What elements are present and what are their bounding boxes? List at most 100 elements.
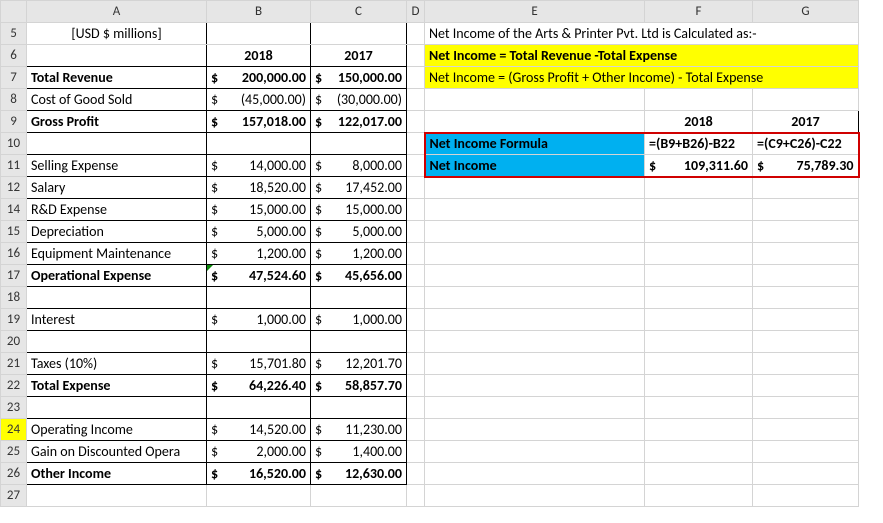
cell[interactable] xyxy=(425,265,645,287)
cell[interactable] xyxy=(645,485,753,507)
cell[interactable]: Operating Income xyxy=(27,419,207,441)
cell[interactable]: Cost of Good Sold xyxy=(27,89,207,111)
row-header[interactable]: 27 xyxy=(1,485,27,507)
cell[interactable]: Operational Expense xyxy=(27,265,207,287)
cell[interactable] xyxy=(27,331,207,353)
cell[interactable]: $1,000.00 xyxy=(207,309,311,331)
cell[interactable] xyxy=(753,397,859,419)
cell[interactable] xyxy=(425,287,645,309)
cell[interactable]: $157,018.00 xyxy=(207,111,311,133)
cell[interactable] xyxy=(645,353,753,375)
cell[interactable] xyxy=(407,287,425,309)
cell[interactable]: $109,311.60 xyxy=(645,155,753,177)
row-header[interactable]: 25 xyxy=(1,441,27,463)
cell[interactable] xyxy=(407,441,425,463)
cell[interactable] xyxy=(645,287,753,309)
cell[interactable] xyxy=(207,23,311,45)
cell[interactable]: Net Income Formula xyxy=(425,133,645,155)
cell[interactable]: R&D Expense xyxy=(27,199,207,221)
cell[interactable]: Interest xyxy=(27,309,207,331)
cell[interactable]: $1,400.00 xyxy=(311,441,407,463)
cell[interactable]: $150,000.00 xyxy=(311,67,407,89)
cell[interactable] xyxy=(753,309,859,331)
cell[interactable] xyxy=(407,397,425,419)
cell[interactable] xyxy=(407,265,425,287)
col-header-C[interactable]: C xyxy=(311,1,407,23)
row-header[interactable]: 7 xyxy=(1,67,27,89)
cell[interactable]: Depreciation xyxy=(27,221,207,243)
cell[interactable]: Taxes (10%) xyxy=(27,353,207,375)
cell[interactable] xyxy=(407,89,425,111)
cell[interactable] xyxy=(425,243,645,265)
cell[interactable]: $200,000.00 xyxy=(207,67,311,89)
row-header[interactable]: 11 xyxy=(1,155,27,177)
cell[interactable]: $(30,000.00) xyxy=(311,89,407,111)
col-header-A[interactable]: A xyxy=(27,1,207,23)
cell[interactable] xyxy=(753,265,859,287)
cell[interactable] xyxy=(311,397,407,419)
cell[interactable]: $11,230.00 xyxy=(311,419,407,441)
cell[interactable]: $18,520.00 xyxy=(207,177,311,199)
cell[interactable] xyxy=(407,463,425,485)
row-header[interactable]: 17 xyxy=(1,265,27,287)
row-header[interactable]: 14 xyxy=(1,199,27,221)
cell[interactable] xyxy=(407,353,425,375)
cell[interactable]: $45,656.00 xyxy=(311,265,407,287)
cell[interactable]: $17,452.00 xyxy=(311,177,407,199)
cell[interactable]: Net Income xyxy=(425,155,645,177)
cell[interactable] xyxy=(753,463,859,485)
cell[interactable] xyxy=(753,441,859,463)
cell[interactable]: $58,857.70 xyxy=(311,375,407,397)
cell[interactable] xyxy=(311,331,407,353)
cell[interactable] xyxy=(753,485,859,507)
cell[interactable] xyxy=(407,133,425,155)
row-header[interactable]: 5 xyxy=(1,23,27,45)
cell[interactable]: $75,789.30 xyxy=(753,155,859,177)
cell[interactable] xyxy=(207,485,311,507)
cell[interactable] xyxy=(407,331,425,353)
cell[interactable] xyxy=(425,419,645,441)
cell[interactable] xyxy=(425,441,645,463)
cell[interactable] xyxy=(407,45,425,67)
row-header[interactable]: 18 xyxy=(1,287,27,309)
cell[interactable] xyxy=(407,375,425,397)
cell[interactable] xyxy=(207,287,311,309)
formula-explainer[interactable]: Net Income = Total Revenue -Total Expens… xyxy=(425,45,859,67)
cell[interactable]: Gain on Discounted Opera xyxy=(27,441,207,463)
cell[interactable]: $1,200.00 xyxy=(207,243,311,265)
cell[interactable]: =(C9+C26)-C22 xyxy=(753,133,859,155)
cell[interactable] xyxy=(311,133,407,155)
cell[interactable]: $1,200.00 xyxy=(311,243,407,265)
cell[interactable] xyxy=(645,419,753,441)
cell[interactable] xyxy=(27,397,207,419)
cell[interactable]: $8,000.00 xyxy=(311,155,407,177)
cell[interactable] xyxy=(645,441,753,463)
cell[interactable] xyxy=(753,419,859,441)
cell[interactable] xyxy=(27,287,207,309)
cell[interactable]: $15,000.00 xyxy=(207,199,311,221)
cell[interactable]: Total Expense xyxy=(27,375,207,397)
cell[interactable] xyxy=(425,309,645,331)
col-header-D[interactable]: D xyxy=(407,1,425,23)
cell[interactable] xyxy=(645,397,753,419)
cell[interactable]: 2017 xyxy=(311,45,407,67)
spreadsheet-grid[interactable]: A B C D E F G 5 [USD $ millions] Net Inc… xyxy=(0,0,860,507)
row-header[interactable]: 6 xyxy=(1,45,27,67)
cell[interactable] xyxy=(407,199,425,221)
row-header[interactable]: 20 xyxy=(1,331,27,353)
cell[interactable] xyxy=(753,199,859,221)
cell[interactable] xyxy=(425,463,645,485)
row-header[interactable]: 9 xyxy=(1,111,27,133)
cell[interactable] xyxy=(311,23,407,45)
cell[interactable] xyxy=(425,353,645,375)
cell[interactable] xyxy=(27,133,207,155)
cell[interactable] xyxy=(753,89,859,111)
row-header[interactable]: 22 xyxy=(1,375,27,397)
row-header[interactable]: 19 xyxy=(1,309,27,331)
row-header[interactable]: 24 xyxy=(1,419,27,441)
row-header[interactable]: 8 xyxy=(1,89,27,111)
col-header-F[interactable]: F xyxy=(645,1,753,23)
cell[interactable]: $15,000.00 xyxy=(311,199,407,221)
cell[interactable]: $1,000.00 xyxy=(311,309,407,331)
cell[interactable] xyxy=(407,221,425,243)
